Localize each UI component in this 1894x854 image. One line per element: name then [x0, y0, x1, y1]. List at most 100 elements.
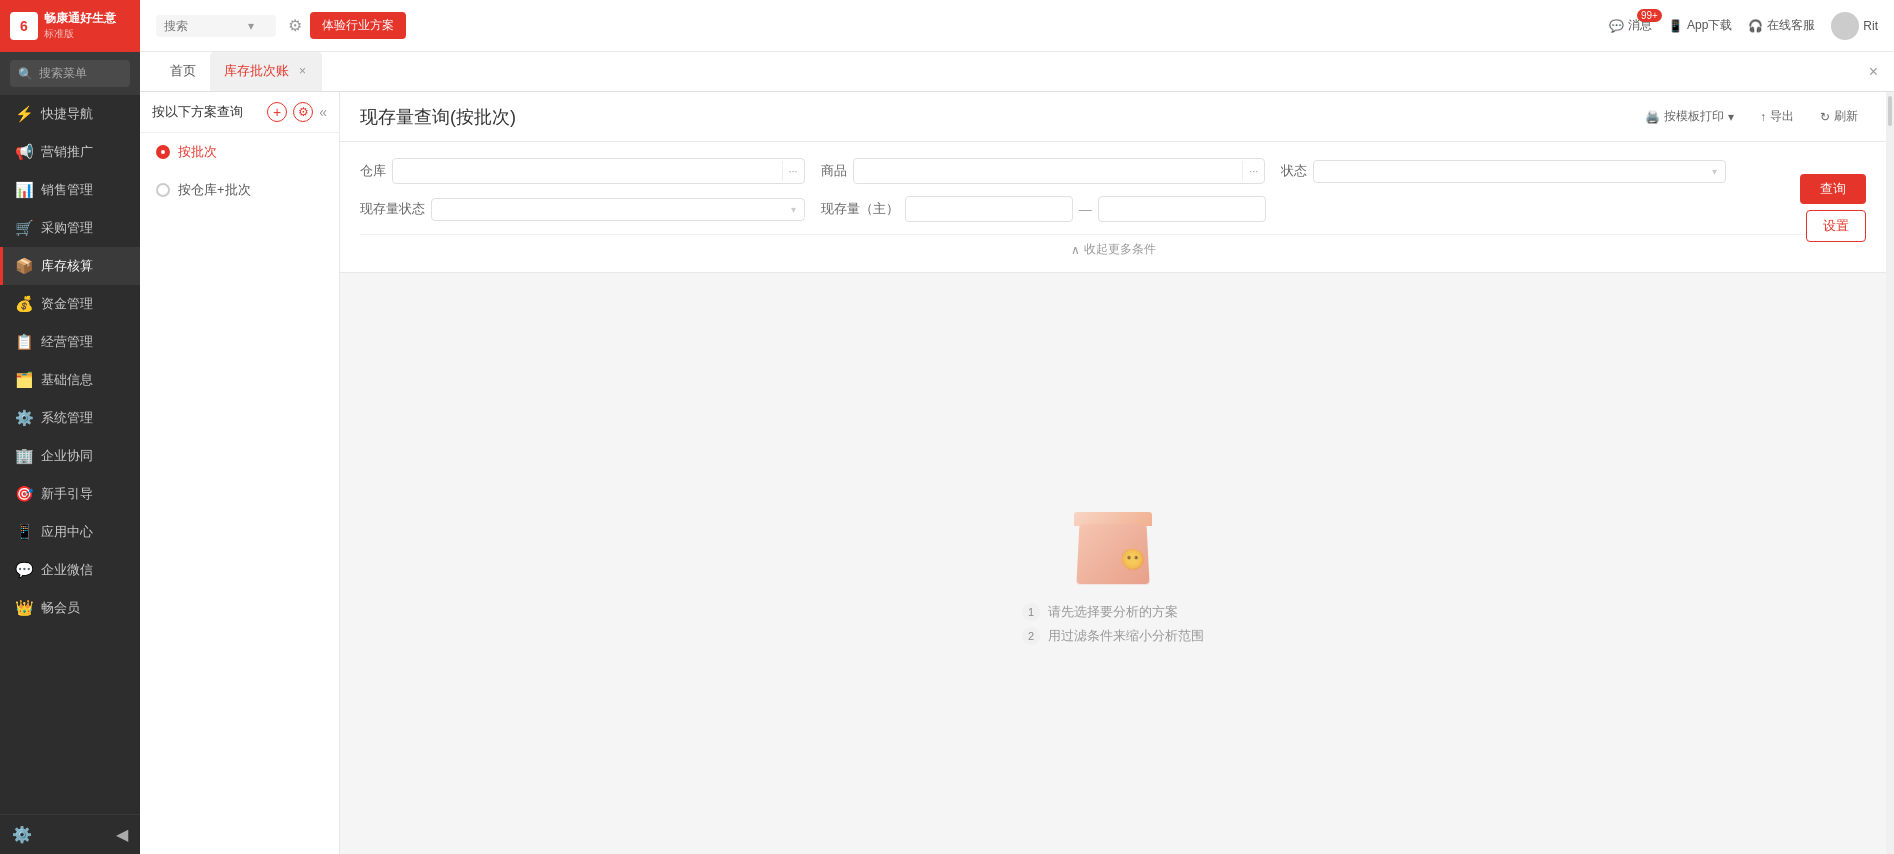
- filter-item-by-warehouse-batch[interactable]: 按仓库+批次: [140, 171, 339, 209]
- status-select[interactable]: ▾: [1313, 160, 1726, 183]
- sidebar-item-purchase[interactable]: 🛒 采购管理: [0, 209, 140, 247]
- query-area: 现存量查询(按批次) 🖨️ 按模板打印 ▾ ↑ 导出 ↻ 刷新: [340, 92, 1886, 854]
- sidebar-item-enterprise-wechat[interactable]: 💬 企业微信: [0, 551, 140, 589]
- tabbar: 首页 库存批次账 × ×: [140, 52, 1894, 92]
- page-title: 现存量查询(按批次): [360, 105, 516, 129]
- warehouse-input[interactable]: [393, 159, 782, 183]
- topbar-search-dropdown-icon[interactable]: ▾: [248, 19, 254, 33]
- product-more-btn[interactable]: ···: [1242, 161, 1264, 181]
- online-service-label: 在线客服: [1767, 17, 1815, 34]
- topbar-search-area: ▾: [156, 15, 276, 37]
- sidebar-item-marketing[interactable]: 📢 营销推广: [0, 133, 140, 171]
- user-area[interactable]: Rit: [1831, 12, 1878, 40]
- inventory-qty-label: 现存量（主）: [821, 200, 899, 218]
- sidebar-item-label: 库存核算: [41, 257, 93, 275]
- tab-close-icon[interactable]: ×: [297, 64, 308, 78]
- inventory-status-label: 现存量状态: [360, 200, 425, 218]
- settings-icon[interactable]: ⚙️: [12, 825, 32, 844]
- sidebar-nav: ⚡ 快捷导航 📢 营销推广 📊 销售管理 🛒 采购管理 📦 库存核算 💰 资金管…: [0, 95, 140, 814]
- topbar-gear-icon[interactable]: ⚙: [288, 16, 302, 35]
- search-form: 仓库 ··· 商品 ···: [340, 142, 1886, 273]
- messages-action[interactable]: 💬 消息 99+: [1609, 17, 1652, 34]
- app-logo: 6: [10, 12, 38, 40]
- sidebar-item-basics[interactable]: 🗂️ 基础信息: [0, 361, 140, 399]
- quick-nav-icon: ⚡: [15, 105, 33, 123]
- refresh-icon: ↻: [1820, 110, 1830, 124]
- avatar: [1831, 12, 1859, 40]
- headset-icon: 🎧: [1748, 19, 1763, 33]
- warehouse-more-btn[interactable]: ···: [782, 161, 804, 181]
- sidebar-item-app-center[interactable]: 📱 应用中心: [0, 513, 140, 551]
- sidebar-item-inventory[interactable]: 📦 库存核算: [0, 247, 140, 285]
- filter-header: 按以下方案查询 + ⚙ «: [140, 92, 339, 133]
- filter-add-button[interactable]: +: [267, 102, 287, 122]
- app-download-action[interactable]: 📱 App下载: [1668, 17, 1732, 34]
- warehouse-input-container: ···: [392, 158, 805, 184]
- trial-btn[interactable]: 体验行业方案: [310, 12, 406, 39]
- finance-icon: 💰: [15, 295, 33, 313]
- query-button[interactable]: 查询: [1800, 174, 1866, 204]
- empty-illustration: 😶: [1053, 483, 1173, 583]
- topbar-search-input[interactable]: [164, 19, 244, 33]
- sidebar-search-button[interactable]: 🔍 搜索菜单: [10, 60, 130, 87]
- sidebar-item-label: 基础信息: [41, 371, 93, 389]
- tab-inventory-batch[interactable]: 库存批次账 ×: [210, 52, 322, 91]
- refresh-btn[interactable]: ↻ 刷新: [1812, 104, 1866, 129]
- sidebar-item-label: 资金管理: [41, 295, 93, 313]
- sidebar-item-label: 采购管理: [41, 219, 93, 237]
- sidebar-item-sales[interactable]: 📊 销售管理: [0, 171, 140, 209]
- filter-label-by-warehouse-batch: 按仓库+批次: [178, 181, 251, 199]
- sidebar-search-label: 搜索菜单: [39, 65, 87, 82]
- print-label: 按模板打印: [1664, 108, 1724, 125]
- filter-collapse-icon[interactable]: «: [319, 104, 327, 120]
- warehouse-label: 仓库: [360, 162, 386, 180]
- sidebar-item-system[interactable]: ⚙️ 系统管理: [0, 399, 140, 437]
- settings-button[interactable]: 设置: [1806, 210, 1866, 242]
- sidebar-item-label: 新手引导: [41, 485, 93, 503]
- collapse-more-conditions-btn[interactable]: ∧ 收起更多条件: [360, 234, 1866, 264]
- sidebar-item-quick-nav[interactable]: ⚡ 快捷导航: [0, 95, 140, 133]
- sidebar-item-newbie[interactable]: 🎯 新手引导: [0, 475, 140, 513]
- filter-radio-by-batch: [156, 145, 170, 159]
- inventory-status-select[interactable]: ▾: [431, 198, 805, 221]
- marketing-icon: 📢: [15, 143, 33, 161]
- collapse-sidebar-icon[interactable]: ◀: [116, 825, 128, 844]
- sidebar-item-finance[interactable]: 💰 资金管理: [0, 285, 140, 323]
- sidebar-item-label: 快捷导航: [41, 105, 93, 123]
- sidebar-item-enterprise[interactable]: 🏢 企业协同: [0, 437, 140, 475]
- empty-hint-2: 2 用过滤条件来缩小分析范围: [1022, 627, 1204, 645]
- query-title-actions: 🖨️ 按模板打印 ▾ ↑ 导出 ↻ 刷新: [1637, 104, 1866, 129]
- inventory-qty-max-input[interactable]: [1098, 196, 1266, 222]
- collapse-label: 收起更多条件: [1084, 241, 1156, 258]
- print-template-btn[interactable]: 🖨️ 按模板打印 ▾: [1637, 104, 1742, 129]
- hint-1-text: 请先选择要分析的方案: [1048, 603, 1178, 621]
- print-icon: 🖨️: [1645, 110, 1660, 124]
- member-icon: 👑: [15, 599, 33, 617]
- close-all-tabs-icon[interactable]: ×: [1869, 63, 1878, 81]
- tab-home[interactable]: 首页: [156, 52, 210, 91]
- sidebar-item-label: 营销推广: [41, 143, 93, 161]
- product-input[interactable]: [854, 159, 1243, 183]
- product-label: 商品: [821, 162, 847, 180]
- inventory-status-field: 现存量状态 ▾: [360, 198, 805, 221]
- newbie-icon: 🎯: [15, 485, 33, 503]
- filter-item-by-batch[interactable]: 按批次: [140, 133, 339, 171]
- status-label: 状态: [1281, 162, 1307, 180]
- sidebar-item-member[interactable]: 👑 畅会员: [0, 589, 140, 627]
- inventory-status-arrow-icon: ▾: [791, 204, 796, 215]
- sidebar-bottom: ⚙️ ◀: [0, 814, 140, 854]
- username-label: Rit: [1863, 19, 1878, 33]
- sidebar-item-label: 经营管理: [41, 333, 93, 351]
- inventory-qty-range: —: [905, 196, 1266, 222]
- app-edition: 标准版: [44, 27, 116, 41]
- filter-setting-button[interactable]: ⚙: [293, 102, 313, 122]
- form-row-2: 现存量状态 ▾ 现存量（主） —: [360, 196, 1726, 222]
- sidebar-item-label: 企业微信: [41, 561, 93, 579]
- sidebar-item-operations[interactable]: 📋 经营管理: [0, 323, 140, 361]
- inventory-qty-min-input[interactable]: [905, 196, 1073, 222]
- online-service-action[interactable]: 🎧 在线客服: [1748, 17, 1815, 34]
- print-dropdown-icon[interactable]: ▾: [1728, 110, 1734, 124]
- export-btn[interactable]: ↑ 导出: [1752, 104, 1802, 129]
- basics-icon: 🗂️: [15, 371, 33, 389]
- sidebar-item-label: 系统管理: [41, 409, 93, 427]
